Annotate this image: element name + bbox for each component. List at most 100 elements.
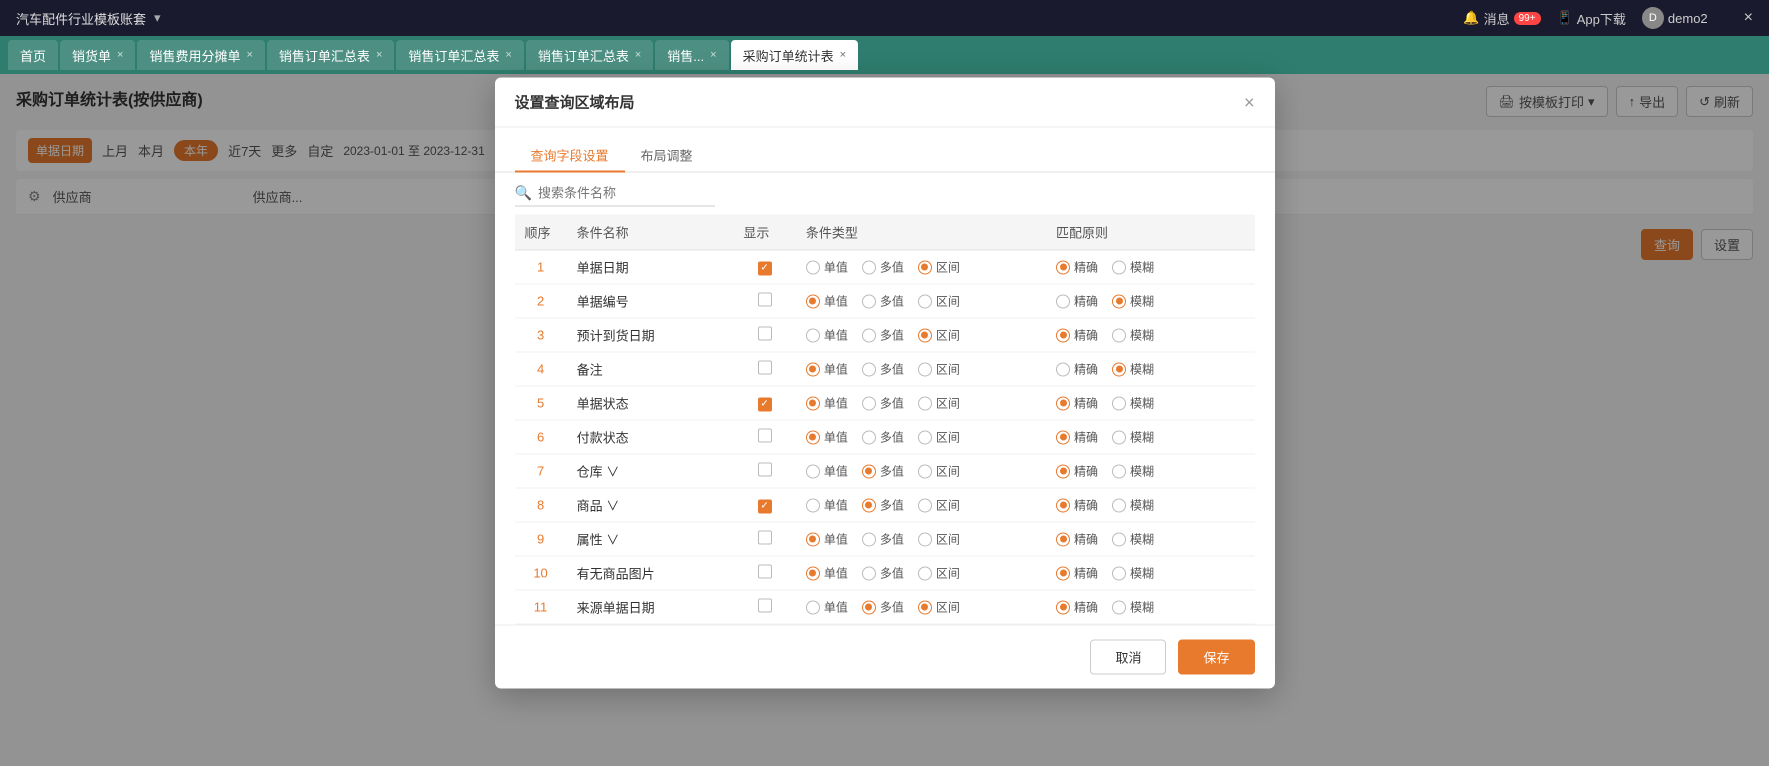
radio-label: 多值 [880, 293, 904, 310]
match-radio-fuzzy[interactable]: 模糊 [1112, 293, 1154, 310]
tab-sales-expense-close[interactable]: × [246, 49, 252, 61]
type-radio-multi[interactable]: 多值 [862, 531, 904, 548]
tab-6-close[interactable]: × [710, 49, 716, 61]
display-checkbox[interactable] [758, 293, 772, 307]
type-radio-range[interactable]: 区间 [918, 293, 960, 310]
type-radio-multi[interactable]: 多值 [862, 293, 904, 310]
display-checkbox[interactable] [758, 327, 772, 341]
type-radio-multi[interactable]: 多值 [862, 429, 904, 446]
tab-4-close[interactable]: × [505, 49, 511, 61]
tab-5[interactable]: 销售订单汇总表 × [526, 40, 653, 70]
th-name: 条件名称 [567, 215, 734, 251]
cancel-btn[interactable]: 取消 [1090, 640, 1166, 675]
type-radio-single[interactable]: 单值 [806, 463, 848, 480]
download-btn[interactable]: 📱 App下载 [1557, 9, 1626, 28]
type-radio-range[interactable]: 区间 [918, 395, 960, 412]
match-radio-exact[interactable]: 精确 [1056, 531, 1098, 548]
display-checkbox[interactable] [758, 361, 772, 375]
match-radio-exact[interactable]: 精确 [1056, 565, 1098, 582]
display-checkbox[interactable] [758, 463, 772, 477]
display-checkbox[interactable] [758, 531, 772, 545]
match-radio-exact[interactable]: 精确 [1056, 497, 1098, 514]
type-radio-multi[interactable]: 多值 [862, 259, 904, 276]
match-radio-exact[interactable]: 精确 [1056, 599, 1098, 616]
topbar-close-btn[interactable]: × [1744, 9, 1753, 27]
notification-btn[interactable]: 🔔 消息 99+ [1463, 9, 1540, 28]
tab-fields[interactable]: 查询字段设置 [515, 140, 625, 173]
type-radio-multi[interactable]: 多值 [862, 395, 904, 412]
type-radio-single[interactable]: 单值 [806, 293, 848, 310]
row-type-cell: 单值多值区间 [796, 454, 1046, 488]
radio-label: 精确 [1074, 361, 1098, 378]
config-table: 顺序 条件名称 显示 条件类型 匹配原则 1单据日期单值多值区间精确模糊2单据编… [515, 215, 1255, 625]
match-radio-fuzzy[interactable]: 模糊 [1112, 599, 1154, 616]
type-radio-multi[interactable]: 多值 [862, 565, 904, 582]
save-btn[interactable]: 保存 [1178, 640, 1254, 675]
match-radio-exact[interactable]: 精确 [1056, 395, 1098, 412]
match-radio-exact[interactable]: 精确 [1056, 259, 1098, 276]
type-radio-multi[interactable]: 多值 [862, 361, 904, 378]
match-radio-fuzzy[interactable]: 模糊 [1112, 463, 1154, 480]
match-radio-exact[interactable]: 精确 [1056, 429, 1098, 446]
tab-6[interactable]: 销售... × [655, 40, 728, 70]
match-radio-fuzzy[interactable]: 模糊 [1112, 429, 1154, 446]
match-radio-fuzzy[interactable]: 模糊 [1112, 565, 1154, 582]
match-radio-exact[interactable]: 精确 [1056, 293, 1098, 310]
match-radio-fuzzy[interactable]: 模糊 [1112, 361, 1154, 378]
type-radio-range[interactable]: 区间 [918, 259, 960, 276]
match-radio-fuzzy[interactable]: 模糊 [1112, 259, 1154, 276]
app-dropdown-icon[interactable]: ▾ [154, 10, 161, 26]
type-radio-single[interactable]: 单值 [806, 429, 848, 446]
dialog-close-btn[interactable]: × [1244, 93, 1255, 111]
tab-sales-stat[interactable]: 销售订单汇总表 × [267, 40, 394, 70]
row-display-cell [733, 420, 796, 454]
type-radio-multi[interactable]: 多值 [862, 599, 904, 616]
type-radio-multi[interactable]: 多值 [862, 463, 904, 480]
type-radio-single[interactable]: 单值 [806, 599, 848, 616]
tab-home[interactable]: 首页 [8, 40, 58, 70]
type-radio-range[interactable]: 区间 [918, 361, 960, 378]
match-radio-exact[interactable]: 精确 [1056, 327, 1098, 344]
type-radio-range[interactable]: 区间 [918, 327, 960, 344]
match-radio-fuzzy[interactable]: 模糊 [1112, 531, 1154, 548]
type-radio-range[interactable]: 区间 [918, 565, 960, 582]
tab-sales-close[interactable]: × [117, 49, 123, 61]
type-radio-range[interactable]: 区间 [918, 497, 960, 514]
display-checkbox[interactable] [758, 429, 772, 443]
type-radio-single[interactable]: 单值 [806, 497, 848, 514]
tab-sales[interactable]: 销货单 × [60, 40, 135, 70]
radio-label: 模糊 [1130, 463, 1154, 480]
type-radio-single[interactable]: 单值 [806, 259, 848, 276]
display-checkbox[interactable] [758, 499, 772, 513]
tab-active[interactable]: 采购订单统计表 × [731, 40, 858, 70]
type-radio-single[interactable]: 单值 [806, 395, 848, 412]
type-radio-single[interactable]: 单值 [806, 531, 848, 548]
type-radio-single[interactable]: 单值 [806, 327, 848, 344]
type-radio-multi[interactable]: 多值 [862, 327, 904, 344]
type-radio-range[interactable]: 区间 [918, 463, 960, 480]
tab-active-close[interactable]: × [840, 49, 846, 61]
type-radio-range[interactable]: 区间 [918, 531, 960, 548]
match-radio-exact[interactable]: 精确 [1056, 463, 1098, 480]
display-checkbox[interactable] [758, 397, 772, 411]
tab-sales-stat-close[interactable]: × [376, 49, 382, 61]
user-menu[interactable]: D demo2 [1642, 7, 1708, 29]
tab-sales-expense[interactable]: 销售费用分摊单 × [137, 40, 264, 70]
type-radio-multi[interactable]: 多值 [862, 497, 904, 514]
type-radio-range[interactable]: 区间 [918, 599, 960, 616]
display-checkbox[interactable] [758, 599, 772, 613]
type-radio-single[interactable]: 单值 [806, 361, 848, 378]
tab-layout[interactable]: 布局调整 [625, 140, 709, 173]
tab-5-close[interactable]: × [635, 49, 641, 61]
type-radio-single[interactable]: 单值 [806, 565, 848, 582]
match-radio-fuzzy[interactable]: 模糊 [1112, 395, 1154, 412]
radio-dot [918, 396, 932, 410]
match-radio-fuzzy[interactable]: 模糊 [1112, 497, 1154, 514]
search-input[interactable] [538, 186, 698, 201]
type-radio-range[interactable]: 区间 [918, 429, 960, 446]
display-checkbox[interactable] [758, 261, 772, 275]
match-radio-fuzzy[interactable]: 模糊 [1112, 327, 1154, 344]
display-checkbox[interactable] [758, 565, 772, 579]
match-radio-exact[interactable]: 精确 [1056, 361, 1098, 378]
tab-4[interactable]: 销售订单汇总表 × [396, 40, 523, 70]
